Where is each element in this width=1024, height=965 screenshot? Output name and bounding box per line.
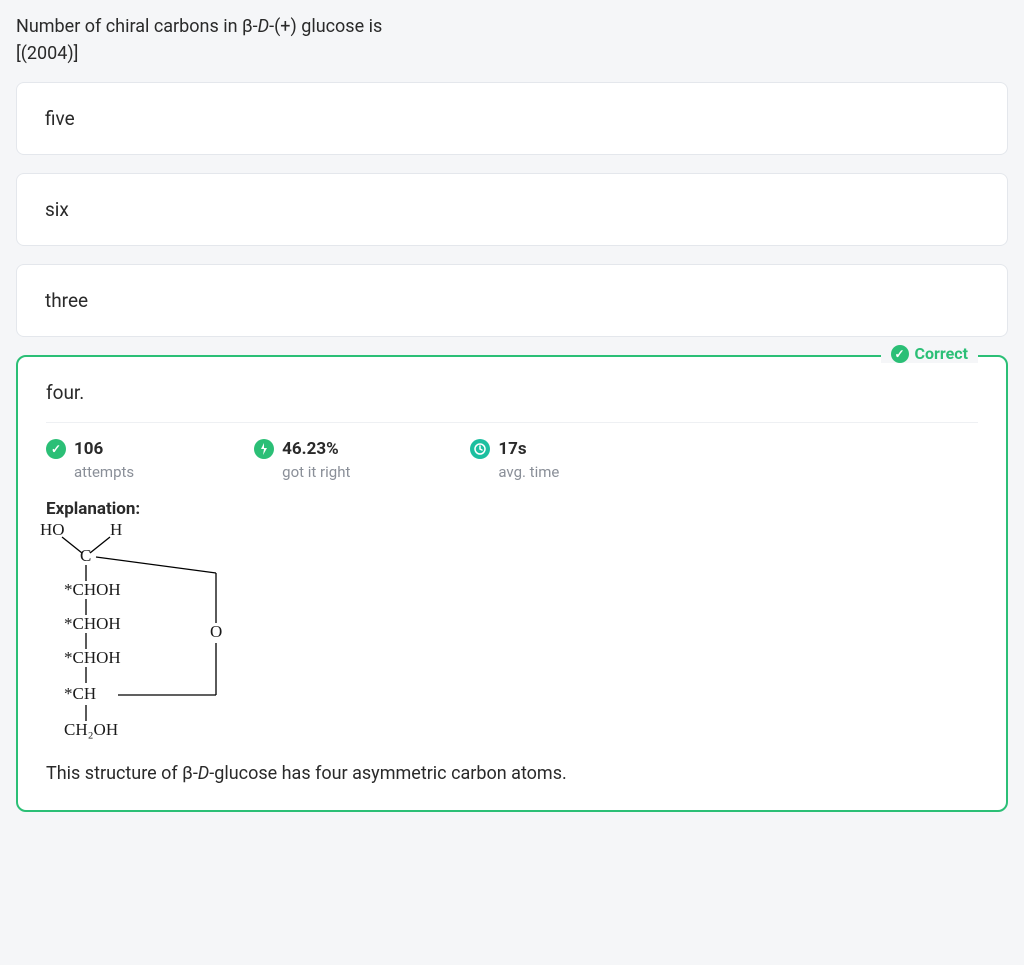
option-label: five xyxy=(45,107,75,130)
stats-row: ✓ 106 attempts 46.23% got it right 17s a… xyxy=(46,439,978,481)
expl-prefix: This structure of xyxy=(46,763,182,784)
expl-suffix: -glucose has four asymmetric carbon atom… xyxy=(209,763,567,784)
stat-got-right: 46.23% got it right xyxy=(254,439,350,481)
question-prefix: Number of chiral carbons in xyxy=(16,16,242,37)
option-b[interactable]: six xyxy=(16,173,1008,246)
expl-d: D xyxy=(198,763,209,784)
struct-ch: *CH xyxy=(64,685,96,702)
question-suffix: -(+) glucose is xyxy=(269,16,382,37)
option-label: six xyxy=(45,198,69,221)
correct-answer-text: four. xyxy=(46,381,978,404)
stat-attempts-value: 106 xyxy=(74,439,103,459)
question-meta: [(2004)] xyxy=(16,43,1008,64)
expl-beta: β- xyxy=(182,763,198,784)
question-d: D xyxy=(258,16,269,37)
struct-ho: HO xyxy=(40,521,65,538)
option-a[interactable]: five xyxy=(16,82,1008,155)
stat-attempts: ✓ 106 attempts xyxy=(46,439,134,481)
question-beta: β- xyxy=(242,16,258,37)
stat-right-label: got it right xyxy=(282,463,350,481)
explanation-title: Explanation: xyxy=(46,499,978,519)
bolt-icon xyxy=(254,439,274,459)
stat-time-label: avg. time xyxy=(498,463,559,481)
struct-choh-2: *CHOH xyxy=(64,615,121,632)
check-icon: ✓ xyxy=(46,439,66,459)
struct-ch2oh: CH₂OH xyxy=(64,721,118,738)
struct-o: O xyxy=(210,623,222,640)
correct-badge: ✓ Correct xyxy=(881,344,978,363)
struct-h: H xyxy=(110,521,122,538)
glucose-structure: HO H C *CHOH *CHOH *CHOH *CH O CH₂OH xyxy=(46,523,256,753)
correct-badge-label: Correct xyxy=(915,344,968,363)
struct-choh-1: *CHOH xyxy=(64,581,121,598)
stat-avg-time: 17s avg. time xyxy=(470,439,559,481)
check-icon: ✓ xyxy=(891,345,909,363)
question-text: Number of chiral carbons in β-D-(+) gluc… xyxy=(16,16,1008,37)
struct-c: C xyxy=(80,547,91,564)
correct-answer-card: ✓ Correct four. ✓ 106 attempts 46.23% go… xyxy=(16,355,1008,812)
struct-choh-3: *CHOH xyxy=(64,649,121,666)
stat-attempts-label: attempts xyxy=(74,463,134,481)
explanation-text: This structure of β-D-glucose has four a… xyxy=(46,763,978,784)
clock-icon xyxy=(470,439,490,459)
option-label: three xyxy=(45,289,88,312)
divider xyxy=(46,422,978,423)
option-c[interactable]: three xyxy=(16,264,1008,337)
stat-right-value: 46.23% xyxy=(282,439,339,459)
stat-time-value: 17s xyxy=(498,439,526,459)
